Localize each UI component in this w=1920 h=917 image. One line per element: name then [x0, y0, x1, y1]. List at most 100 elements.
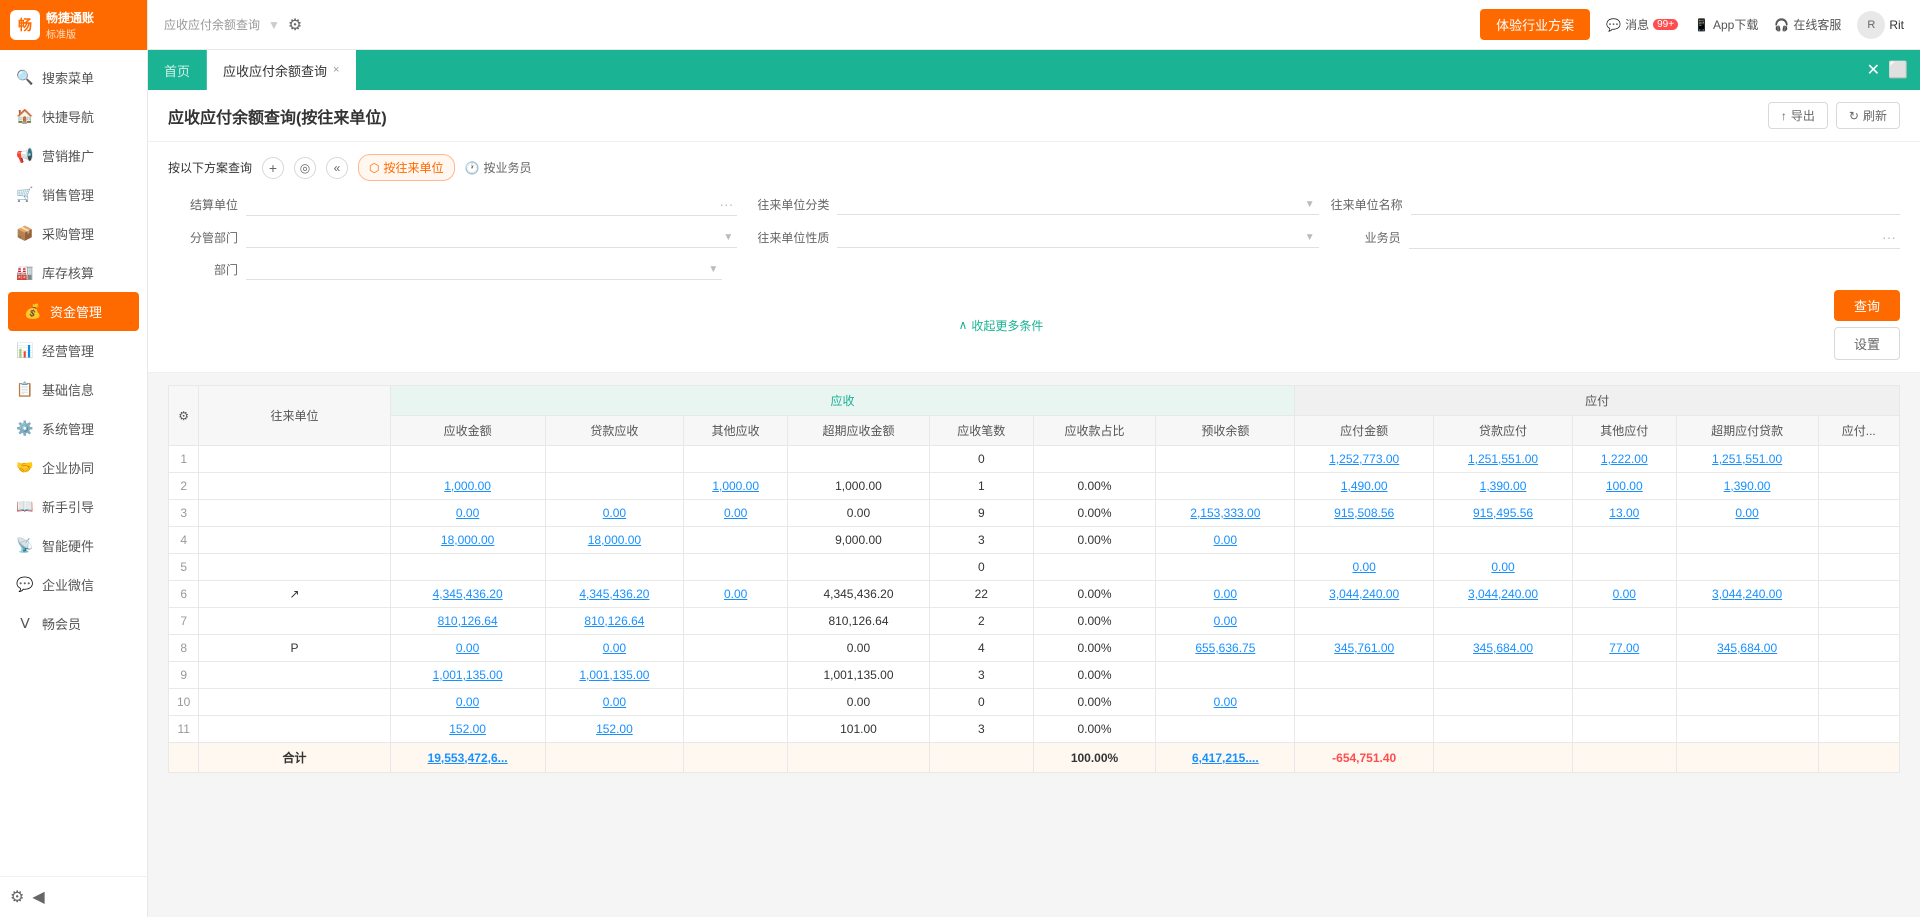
cell-other-ap[interactable]: 100.00 [1572, 473, 1676, 500]
cell-prepay[interactable] [1156, 716, 1295, 743]
department-select[interactable]: ▼ [246, 259, 722, 280]
cell-prepay[interactable] [1156, 554, 1295, 581]
cell-loan-ap[interactable]: 1,390.00 [1434, 473, 1573, 500]
add-scheme-button[interactable]: + [262, 157, 284, 179]
cell-other-ar[interactable] [684, 446, 788, 473]
cell-other-ap[interactable]: 13.00 [1572, 500, 1676, 527]
cell-other-ar[interactable] [684, 554, 788, 581]
cell-loan-ap[interactable]: 915,495.56 [1434, 500, 1573, 527]
cell-other-ar[interactable] [684, 662, 788, 689]
tab-home[interactable]: 首页 [148, 50, 207, 90]
cell-overdue-ap[interactable]: 345,684.00 [1676, 635, 1818, 662]
dept-input[interactable] [250, 230, 723, 244]
sidebar-item-inventory[interactable]: 🏭库存核算 [0, 253, 147, 292]
cell-ar[interactable]: 152.00 [390, 716, 545, 743]
cell-loan-ar[interactable]: 4,345,436.20 [545, 581, 684, 608]
cell-ap[interactable] [1295, 608, 1434, 635]
cell-other-ar[interactable]: 0.00 [684, 500, 788, 527]
cell-other-ap[interactable] [1572, 608, 1676, 635]
target-icon-button[interactable]: ◎ [294, 157, 316, 179]
cell-ar[interactable]: 0.00 [390, 500, 545, 527]
cell-other-ar[interactable]: 0.00 [684, 581, 788, 608]
sidebar-item-nav[interactable]: 🏠快捷导航 [0, 97, 147, 136]
cell-overdue-ap[interactable]: 1,390.00 [1676, 473, 1818, 500]
nature-select[interactable]: ▼ [837, 227, 1318, 248]
cell-prepay[interactable]: 0.00 [1156, 689, 1295, 716]
sidebar-item-hardware[interactable]: 📡智能硬件 [0, 526, 147, 565]
cell-overdue-ap[interactable] [1676, 554, 1818, 581]
topbar-gear-icon[interactable]: ⚙ [288, 15, 302, 35]
cell-loan-ap[interactable] [1434, 527, 1573, 554]
cell-ar[interactable] [390, 446, 545, 473]
partnername-input[interactable] [1415, 197, 1896, 211]
cell-other-ap[interactable] [1572, 689, 1676, 716]
cell-prepay[interactable] [1156, 446, 1295, 473]
cell-ap[interactable]: 915,508.56 [1295, 500, 1434, 527]
cell-overdue-ap[interactable] [1676, 662, 1818, 689]
cell-other-ar[interactable] [684, 635, 788, 662]
refresh-button[interactable]: ↻ 刷新 [1836, 102, 1900, 129]
sidebar-item-system[interactable]: ⚙️系统管理 [0, 409, 147, 448]
sidebar-item-purchase[interactable]: 📦采购管理 [0, 214, 147, 253]
classify-input[interactable] [841, 197, 1304, 211]
cell-overdue-ap[interactable] [1676, 608, 1818, 635]
cell-loan-ar[interactable]: 0.00 [545, 635, 684, 662]
cell-prepay[interactable]: 0.00 [1156, 608, 1295, 635]
sidebar-item-member[interactable]: Ⅴ畅会员 [0, 604, 147, 643]
cell-ar[interactable]: 810,126.64 [390, 608, 545, 635]
cell-loan-ap[interactable]: 1,251,551.00 [1434, 446, 1573, 473]
cell-other-ap[interactable]: 0.00 [1572, 581, 1676, 608]
sidebar-settings-icon[interactable]: ⚙ [10, 887, 24, 907]
cell-other-ar[interactable]: 1,000.00 [684, 473, 788, 500]
user-avatar[interactable]: R Rit [1857, 11, 1904, 39]
department-input[interactable] [250, 262, 708, 276]
cell-loan-ar[interactable]: 152.00 [545, 716, 684, 743]
cell-other-ap[interactable]: 77.00 [1572, 635, 1676, 662]
cell-other-ap[interactable]: 1,222.00 [1572, 446, 1676, 473]
cell-ar[interactable]: 0.00 [390, 689, 545, 716]
cell-ap[interactable] [1295, 527, 1434, 554]
cell-ap[interactable]: 0.00 [1295, 554, 1434, 581]
tab-arap[interactable]: 应收应付余额查询 × [207, 50, 356, 90]
cell-other-ar[interactable] [684, 716, 788, 743]
cell-overdue-ap[interactable] [1676, 527, 1818, 554]
cell-prepay[interactable] [1156, 662, 1295, 689]
cell-overdue-ap[interactable]: 0.00 [1676, 500, 1818, 527]
cell-loan-ap[interactable] [1434, 689, 1573, 716]
cell-ar[interactable]: 0.00 [390, 635, 545, 662]
sidebar-item-finance[interactable]: 💰资金管理 [8, 292, 139, 331]
cell-overdue-ap[interactable]: 3,044,240.00 [1676, 581, 1818, 608]
cell-loan-ar[interactable] [545, 446, 684, 473]
cell-loan-ap[interactable]: 0.00 [1434, 554, 1573, 581]
cell-ap[interactable] [1295, 716, 1434, 743]
cell-ar[interactable]: 1,000.00 [390, 473, 545, 500]
nature-input[interactable] [841, 230, 1304, 244]
cell-loan-ap[interactable] [1434, 608, 1573, 635]
cell-loan-ar[interactable]: 0.00 [545, 689, 684, 716]
cell-ap[interactable]: 3,044,240.00 [1295, 581, 1434, 608]
cell-other-ap[interactable] [1572, 554, 1676, 581]
cell-ap[interactable] [1295, 689, 1434, 716]
cell-loan-ap[interactable] [1434, 662, 1573, 689]
setting-button[interactable]: 设置 [1834, 327, 1900, 360]
cell-overdue-ap[interactable] [1676, 689, 1818, 716]
jiesuan-input[interactable] [250, 197, 719, 211]
cell-ap[interactable]: 1,490.00 [1295, 473, 1434, 500]
cell-loan-ar[interactable] [545, 473, 684, 500]
cell-loan-ar[interactable]: 18,000.00 [545, 527, 684, 554]
cell-ar[interactable]: 1,001,135.00 [390, 662, 545, 689]
sidebar-collapse-icon[interactable]: ◀ [32, 887, 44, 907]
cell-prepay[interactable] [1156, 473, 1295, 500]
tab-close-window-icon[interactable]: ✕ [1867, 60, 1880, 80]
app-download-group[interactable]: 📱 App下载 [1694, 16, 1758, 33]
cell-loan-ar[interactable]: 810,126.64 [545, 608, 684, 635]
cell-prepay[interactable]: 655,636.75 [1156, 635, 1295, 662]
sidebar-item-business[interactable]: 📊经营管理 [0, 331, 147, 370]
cell-loan-ar[interactable]: 1,001,135.00 [545, 662, 684, 689]
sidebar-item-sales[interactable]: 🛒销售管理 [0, 175, 147, 214]
export-button[interactable]: ↑ 导出 [1768, 102, 1828, 129]
collapse-button[interactable]: ∧ 收起更多条件 [959, 317, 1044, 334]
promo-button[interactable]: 体验行业方案 [1480, 9, 1590, 40]
cell-prepay[interactable]: 0.00 [1156, 581, 1295, 608]
th-settings[interactable]: ⚙ [169, 386, 199, 446]
